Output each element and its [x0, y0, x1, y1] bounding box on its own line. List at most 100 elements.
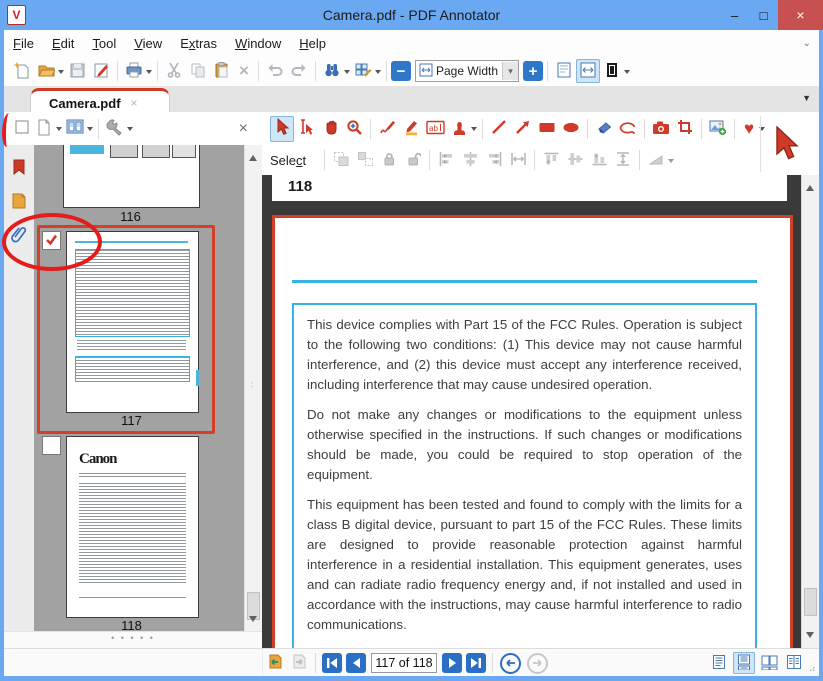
forward-button[interactable] — [527, 653, 548, 674]
menu-tool[interactable]: Tool — [83, 33, 125, 54]
marker-tool-button[interactable] — [399, 116, 423, 142]
unlock-button[interactable] — [401, 147, 425, 173]
select-tool-button[interactable] — [270, 116, 294, 142]
zoom-in-button[interactable]: + — [523, 61, 543, 81]
ungroup-button[interactable] — [353, 147, 377, 173]
title-bar[interactable]: V Camera.pdf - PDF Annotator – □ × — [0, 0, 823, 30]
zoom-level-select[interactable]: Page Width ▾ — [415, 60, 519, 82]
zoom-tool-button[interactable] — [342, 116, 366, 142]
page-indicator-input[interactable] — [371, 653, 437, 673]
scroll-down-icon[interactable] — [249, 616, 257, 626]
lasso-tool-button[interactable] — [616, 116, 640, 142]
selection-more-icon[interactable] — [668, 159, 674, 166]
menu-window[interactable]: Window — [226, 33, 290, 54]
group-button[interactable] — [329, 147, 353, 173]
full-screen-button[interactable] — [600, 59, 624, 83]
single-page-layout-button[interactable] — [708, 652, 730, 674]
page-options-button[interactable] — [32, 116, 56, 142]
same-height-button[interactable] — [611, 147, 635, 173]
snapshot-tool-button[interactable] — [649, 116, 673, 142]
go-to-page-dropdown-icon[interactable] — [375, 70, 381, 77]
menu-file[interactable]: File — [4, 33, 43, 54]
scroll-up-icon[interactable] — [806, 181, 814, 191]
eraser-tool-button[interactable] — [592, 116, 616, 142]
same-width-button[interactable] — [506, 147, 530, 173]
cyan-box-annotation[interactable]: This device complies with Part 15 of the… — [292, 303, 757, 648]
select-text-tool-button[interactable] — [294, 116, 318, 142]
text-box-tool-button[interactable]: ab — [423, 116, 447, 142]
undo-button[interactable] — [263, 58, 287, 84]
splitter-grip-icon[interactable]: : — [251, 383, 253, 387]
menu-extras[interactable]: Extras — [171, 33, 226, 54]
next-page-button[interactable] — [442, 653, 462, 673]
favorites-button[interactable]: ♥ — [739, 116, 759, 142]
last-page-button[interactable] — [466, 653, 486, 673]
zoom-level-dropdown-icon[interactable]: ▾ — [502, 62, 518, 80]
open-button[interactable] — [34, 58, 58, 84]
align-bottom-button[interactable] — [587, 147, 611, 173]
crop-tool-button[interactable] — [673, 116, 697, 142]
page-number-117[interactable]: 117 — [64, 413, 199, 428]
save-annotated-button[interactable] — [89, 58, 113, 84]
scroll-up-icon[interactable] — [249, 151, 257, 161]
page-118-checkbox[interactable] — [42, 436, 61, 455]
arrow-tool-button[interactable] — [511, 116, 535, 142]
tab-close-icon[interactable]: × — [131, 96, 138, 110]
sidebar-tab-bookmarks[interactable] — [4, 151, 34, 185]
settings-button[interactable] — [103, 116, 127, 142]
thumbnail-page-118[interactable]: Canon — [66, 436, 199, 618]
zoom-out-button[interactable]: − — [391, 61, 411, 81]
current-page[interactable]: This device complies with Part 15 of the… — [272, 215, 793, 648]
scroll-down-icon[interactable] — [806, 632, 814, 642]
go-to-page-button[interactable] — [351, 58, 375, 84]
maximize-button[interactable]: □ — [749, 0, 778, 30]
find-button[interactable] — [320, 58, 344, 84]
align-left-button[interactable] — [434, 147, 458, 173]
settings-dropdown-icon[interactable] — [127, 127, 133, 134]
menu-view[interactable]: View — [125, 33, 171, 54]
document-scrollbar[interactable] — [801, 175, 819, 648]
print-button[interactable] — [122, 58, 146, 84]
cyan-rule-annotation[interactable] — [292, 280, 757, 283]
previous-page-bottom[interactable]: 118 — [272, 175, 787, 201]
fit-width-button[interactable] — [576, 59, 600, 83]
delete-button[interactable]: × — [234, 58, 254, 84]
line-tool-button[interactable] — [487, 116, 511, 142]
facing-continuous-layout-button[interactable] — [783, 652, 805, 674]
first-page-button[interactable] — [322, 653, 342, 673]
thumbnail-page-116[interactable] — [63, 145, 200, 208]
close-sidebar-icon[interactable]: × — [239, 120, 248, 138]
lock-button[interactable] — [377, 147, 401, 173]
menu-edit[interactable]: Edit — [43, 33, 83, 54]
next-view-button[interactable] — [287, 650, 311, 676]
redo-button[interactable] — [287, 58, 311, 84]
document-view[interactable]: 118 This device complies with Part 15 of… — [262, 175, 819, 648]
continuous-layout-button[interactable] — [733, 652, 755, 674]
rectangle-tool-button[interactable] — [535, 116, 559, 142]
close-button[interactable]: × — [778, 0, 823, 30]
find-dropdown-icon[interactable] — [344, 70, 350, 77]
stamp-tool-button[interactable] — [447, 116, 471, 142]
arrange-button[interactable] — [644, 147, 668, 173]
view-options-dropdown-icon[interactable] — [87, 127, 93, 134]
page-number-118[interactable]: 118 — [64, 618, 199, 632]
pan-tool-button[interactable] — [318, 116, 342, 142]
view-options-button[interactable] — [63, 116, 87, 142]
facing-layout-button[interactable] — [758, 652, 780, 674]
print-dropdown-icon[interactable] — [146, 70, 152, 77]
menu-overflow-icon[interactable]: ⌄ — [803, 38, 811, 49]
fit-page-button[interactable] — [552, 59, 576, 83]
cut-button[interactable] — [162, 58, 186, 84]
page-options-dropdown-icon[interactable] — [56, 127, 62, 134]
tab-camera-pdf[interactable]: Camera.pdf × — [30, 88, 170, 115]
align-right-button[interactable] — [482, 147, 506, 173]
previous-page-button[interactable] — [346, 653, 366, 673]
align-center-button[interactable] — [458, 147, 482, 173]
new-document-button[interactable] — [10, 58, 34, 84]
menu-help[interactable]: Help — [290, 33, 335, 54]
sidebar-splitter[interactable]: • • • • • — [4, 631, 262, 648]
pen-tool-button[interactable] — [375, 116, 399, 142]
copy-button[interactable] — [186, 58, 210, 84]
insert-image-button[interactable] — [706, 116, 730, 142]
tab-list-icon[interactable]: ▼ — [802, 93, 811, 103]
